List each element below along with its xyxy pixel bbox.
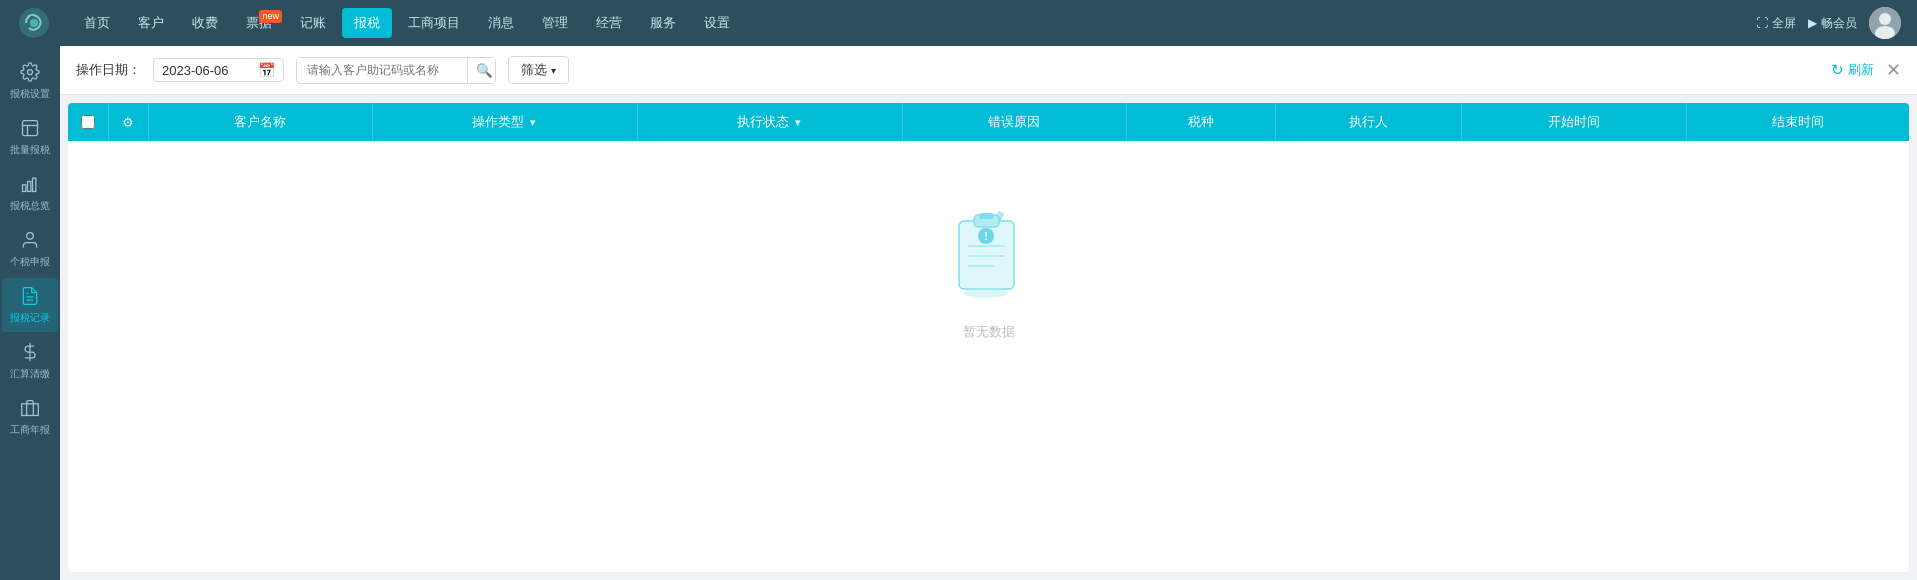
chevron-down-icon: ▾ <box>551 65 556 76</box>
toolbar: 操作日期： 📅 🔍 筛选 ▾ ↻ 刷新 ✕ <box>60 46 1917 95</box>
date-label: 操作日期： <box>76 61 141 79</box>
refresh-icon: ↻ <box>1831 61 1844 79</box>
data-table: ⚙ 客户名称 操作类型 ▼ <box>68 103 1909 401</box>
nav-right: ⛶ 全屏 ▶ 畅会员 <box>1756 7 1901 39</box>
svg-rect-11 <box>33 178 36 191</box>
svg-point-12 <box>27 233 34 240</box>
sidebar-item-批量报税[interactable]: 批量报税 <box>2 110 58 164</box>
filter-label: 筛选 <box>521 61 547 79</box>
refresh-button[interactable]: ↻ 刷新 <box>1831 61 1874 79</box>
nav-item-报税[interactable]: 报税 <box>342 8 392 38</box>
settings-icon: ⚙ <box>122 115 134 130</box>
fullscreen-button[interactable]: ⛶ 全屏 <box>1756 15 1796 32</box>
select-all-checkbox[interactable] <box>81 115 95 129</box>
sidebar-item-报税记录[interactable]: 报税记录 <box>2 278 58 332</box>
column-execute-status[interactable]: 执行状态 ▼ <box>637 103 902 141</box>
sidebar-icon-5 <box>20 342 40 365</box>
nav-item-经营[interactable]: 经营 <box>584 8 634 38</box>
empty-illustration: ! <box>939 201 1039 311</box>
filter-button[interactable]: 筛选 ▾ <box>508 56 569 84</box>
app-logo[interactable] <box>16 5 52 41</box>
main-layout: 报税设置批量报税报税总览个税申报报税记录汇算清缴工商年报 操作日期： 📅 🔍 筛… <box>0 46 1917 580</box>
column-tax-type: 税种 <box>1127 103 1276 141</box>
content-area: 操作日期： 📅 🔍 筛选 ▾ ↻ 刷新 ✕ <box>60 46 1917 580</box>
member-button[interactable]: ▶ 畅会员 <box>1808 15 1857 32</box>
svg-rect-6 <box>23 121 38 136</box>
column-client-name: 客户名称 <box>148 103 372 141</box>
search-button[interactable]: 🔍 <box>467 58 496 83</box>
sidebar-icon-1 <box>20 118 40 141</box>
svg-rect-9 <box>23 185 26 192</box>
sidebar-icon-4 <box>20 286 40 309</box>
nav-item-工商项目[interactable]: 工商项目 <box>396 8 472 38</box>
sidebar: 报税设置批量报税报税总览个税申报报税记录汇算清缴工商年报 <box>0 46 60 580</box>
svg-point-3 <box>1879 13 1891 25</box>
sidebar-label: 个税申报 <box>10 256 50 268</box>
nav-items: 首页客户收费票据new记账报税工商项目消息管理经营服务设置 <box>72 8 1756 38</box>
sidebar-label: 工商年报 <box>10 424 50 436</box>
sidebar-item-工商年报[interactable]: 工商年报 <box>2 390 58 444</box>
new-badge: new <box>259 10 282 23</box>
nav-item-票据[interactable]: 票据new <box>234 8 284 38</box>
column-operation-type[interactable]: 操作类型 ▼ <box>372 103 637 141</box>
table-wrapper: ⚙ 客户名称 操作类型 ▼ <box>68 103 1909 572</box>
calendar-icon: 📅 <box>258 62 275 78</box>
sidebar-label: 报税设置 <box>10 88 50 100</box>
nav-item-客户[interactable]: 客户 <box>126 8 176 38</box>
empty-state: ! 暂无数据 <box>68 141 1909 401</box>
sidebar-item-报税设置[interactable]: 报税设置 <box>2 54 58 108</box>
nav-item-收费[interactable]: 收费 <box>180 8 230 38</box>
column-end-time: 结束时间 <box>1686 103 1909 141</box>
sidebar-icon-0 <box>20 62 40 85</box>
svg-rect-22 <box>979 213 994 219</box>
table-body: ! 暂无数据 <box>68 141 1909 401</box>
svg-rect-10 <box>28 182 31 192</box>
sidebar-item-报税总览[interactable]: 报税总览 <box>2 166 58 220</box>
sidebar-icon-3 <box>20 230 40 253</box>
search-box: 🔍 <box>296 57 496 84</box>
video-icon: ▶ <box>1808 16 1817 30</box>
fullscreen-icon: ⛶ <box>1756 16 1768 30</box>
nav-item-消息[interactable]: 消息 <box>476 8 526 38</box>
sort-icon: ▼ <box>528 117 538 128</box>
sidebar-label: 报税总览 <box>10 200 50 212</box>
column-executor: 执行人 <box>1275 103 1461 141</box>
svg-text:!: ! <box>984 230 988 242</box>
date-input[interactable] <box>162 63 252 78</box>
sidebar-label: 汇算清缴 <box>10 368 50 380</box>
date-picker[interactable]: 📅 <box>153 58 284 82</box>
search-icon: 🔍 <box>476 63 493 78</box>
column-error-reason: 错误原因 <box>902 103 1126 141</box>
column-checkbox <box>68 103 108 141</box>
sort-icon: ▼ <box>793 117 803 128</box>
toolbar-right: ↻ 刷新 ✕ <box>1831 61 1901 79</box>
nav-item-记账[interactable]: 记账 <box>288 8 338 38</box>
svg-point-5 <box>28 70 33 75</box>
nav-item-设置[interactable]: 设置 <box>692 8 742 38</box>
close-button[interactable]: ✕ <box>1886 61 1901 79</box>
sidebar-label: 批量报税 <box>10 144 50 156</box>
sidebar-item-汇算清缴[interactable]: 汇算清缴 <box>2 334 58 388</box>
svg-point-1 <box>30 19 38 27</box>
avatar[interactable] <box>1869 7 1901 39</box>
sidebar-label: 报税记录 <box>10 312 50 324</box>
svg-rect-16 <box>22 404 39 416</box>
column-start-time: 开始时间 <box>1462 103 1686 141</box>
nav-item-首页[interactable]: 首页 <box>72 8 122 38</box>
top-nav: 首页客户收费票据new记账报税工商项目消息管理经营服务设置 ⛶ 全屏 ▶ 畅会员 <box>0 0 1917 46</box>
nav-item-管理[interactable]: 管理 <box>530 8 580 38</box>
sidebar-icon-6 <box>20 398 40 421</box>
table-header: ⚙ 客户名称 操作类型 ▼ <box>68 103 1909 141</box>
svg-point-28 <box>964 288 1008 298</box>
sidebar-item-个税申报[interactable]: 个税申报 <box>2 222 58 276</box>
empty-text: 暂无数据 <box>963 323 1015 341</box>
nav-item-服务[interactable]: 服务 <box>638 8 688 38</box>
sidebar-icon-2 <box>20 174 40 197</box>
search-input[interactable] <box>297 58 467 82</box>
column-setting[interactable]: ⚙ <box>108 103 148 141</box>
